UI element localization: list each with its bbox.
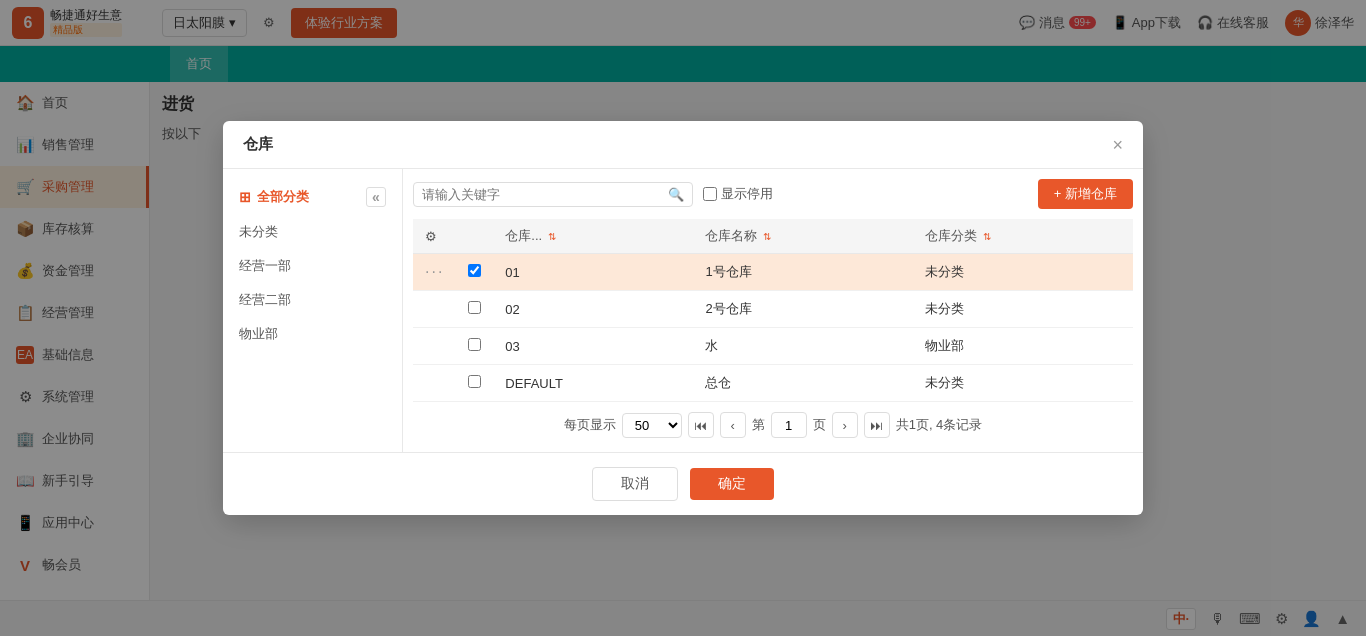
- page-unit: 页: [813, 416, 826, 434]
- category-ops2[interactable]: 经营二部: [223, 283, 402, 317]
- th-check: [456, 219, 493, 254]
- pagination-bar: 每页显示 50 100 200 ⏮ ‹ 第 页 › ⏭ 共1页, 4条记录: [413, 402, 1133, 442]
- table-row[interactable]: ··· 02 2号仓库 未分类: [413, 291, 1133, 328]
- row-code: DEFAULT: [493, 365, 693, 402]
- category-property[interactable]: 物业部: [223, 317, 402, 351]
- row-code: 03: [493, 328, 693, 365]
- table-row[interactable]: ··· 03 水 物业部: [413, 328, 1133, 365]
- row-gear[interactable]: ···: [413, 328, 456, 365]
- sort-code-icon: ⇅: [548, 231, 556, 242]
- collapse-btn[interactable]: «: [366, 187, 386, 207]
- new-warehouse-btn[interactable]: + 新增仓库: [1038, 179, 1133, 209]
- row-name: 总仓: [693, 365, 913, 402]
- row-category: 未分类: [913, 291, 1133, 328]
- per-page-select[interactable]: 50 100 200: [622, 413, 682, 438]
- row-code: 01: [493, 254, 693, 291]
- page-first-btn[interactable]: ⏮: [688, 412, 714, 438]
- th-name[interactable]: 仓库名称 ⇅: [693, 219, 913, 254]
- row-code: 02: [493, 291, 693, 328]
- all-categories-label: 全部分类: [257, 188, 309, 206]
- row-check[interactable]: [456, 254, 493, 291]
- page-next-btn[interactable]: ›: [832, 412, 858, 438]
- row-category: 物业部: [913, 328, 1133, 365]
- category-panel: ⊞ 全部分类 « 未分类 经营一部 经营二部 物业部: [223, 169, 403, 452]
- all-categories[interactable]: ⊞ 全部分类 «: [223, 179, 402, 215]
- row-name: 2号仓库: [693, 291, 913, 328]
- table-body: ··· 01 1号仓库 未分类 ··· 02 2号仓库 未分类 ··· 03 水…: [413, 254, 1133, 402]
- row-check[interactable]: [456, 291, 493, 328]
- page-last-btn[interactable]: ⏭: [864, 412, 890, 438]
- page-input[interactable]: [771, 412, 807, 438]
- modal-body: ⊞ 全部分类 « 未分类 经营一部 经营二部 物业部 🔍: [223, 169, 1143, 452]
- grid-icon: ⊞: [239, 189, 251, 205]
- search-icon[interactable]: 🔍: [668, 187, 684, 202]
- row-check[interactable]: [456, 365, 493, 402]
- per-page-label: 每页显示: [564, 416, 616, 434]
- show-disabled-label: 显示停用: [703, 185, 773, 203]
- row-checkbox[interactable]: [468, 338, 481, 351]
- th-category[interactable]: 仓库分类 ⇅: [913, 219, 1133, 254]
- row-name: 水: [693, 328, 913, 365]
- table-toolbar: 🔍 显示停用 + 新增仓库: [413, 179, 1133, 209]
- total-info: 共1页, 4条记录: [896, 416, 983, 434]
- modal-title: 仓库: [243, 135, 273, 154]
- show-disabled-checkbox[interactable]: [703, 187, 717, 201]
- row-name: 1号仓库: [693, 254, 913, 291]
- page-label: 第: [752, 416, 765, 434]
- table-panel: 🔍 显示停用 + 新增仓库 ⚙: [403, 169, 1143, 452]
- table-row[interactable]: ··· DEFAULT 总仓 未分类: [413, 365, 1133, 402]
- row-gear[interactable]: ···: [413, 365, 456, 402]
- table-row[interactable]: ··· 01 1号仓库 未分类: [413, 254, 1133, 291]
- sort-category-icon: ⇅: [983, 231, 991, 242]
- category-unclassified[interactable]: 未分类: [223, 215, 402, 249]
- warehouse-table: ⚙ 仓库... ⇅ 仓库名称 ⇅: [413, 219, 1133, 402]
- row-gear[interactable]: ···: [413, 254, 456, 291]
- confirm-btn[interactable]: 确定: [690, 468, 774, 500]
- category-ops1[interactable]: 经营一部: [223, 249, 402, 283]
- modal-footer: 取消 确定: [223, 452, 1143, 515]
- row-checkbox[interactable]: [468, 264, 481, 277]
- row-checkbox[interactable]: [468, 375, 481, 388]
- search-input[interactable]: [422, 187, 668, 202]
- row-category: 未分类: [913, 254, 1133, 291]
- row-actions-icon[interactable]: ···: [425, 263, 444, 280]
- row-category: 未分类: [913, 365, 1133, 402]
- close-icon[interactable]: ×: [1112, 136, 1123, 154]
- page-prev-btn[interactable]: ‹: [720, 412, 746, 438]
- sort-name-icon: ⇅: [763, 231, 771, 242]
- th-code[interactable]: 仓库... ⇅: [493, 219, 693, 254]
- row-gear[interactable]: ···: [413, 291, 456, 328]
- cancel-btn[interactable]: 取消: [592, 467, 678, 501]
- row-checkbox[interactable]: [468, 301, 481, 314]
- row-check[interactable]: [456, 328, 493, 365]
- modal-header: 仓库 ×: [223, 121, 1143, 169]
- table-head: ⚙ 仓库... ⇅ 仓库名称 ⇅: [413, 219, 1133, 254]
- show-disabled-text: 显示停用: [721, 185, 773, 203]
- table-scroll: ⚙ 仓库... ⇅ 仓库名称 ⇅: [413, 219, 1133, 402]
- modal-overlay: 仓库 × ⊞ 全部分类 « 未分类 经营一部 经营二部 物业部: [0, 0, 1366, 636]
- search-wrap: 🔍: [413, 182, 693, 207]
- warehouse-modal: 仓库 × ⊞ 全部分类 « 未分类 经营一部 经营二部 物业部: [223, 121, 1143, 515]
- th-gear[interactable]: ⚙: [413, 219, 456, 254]
